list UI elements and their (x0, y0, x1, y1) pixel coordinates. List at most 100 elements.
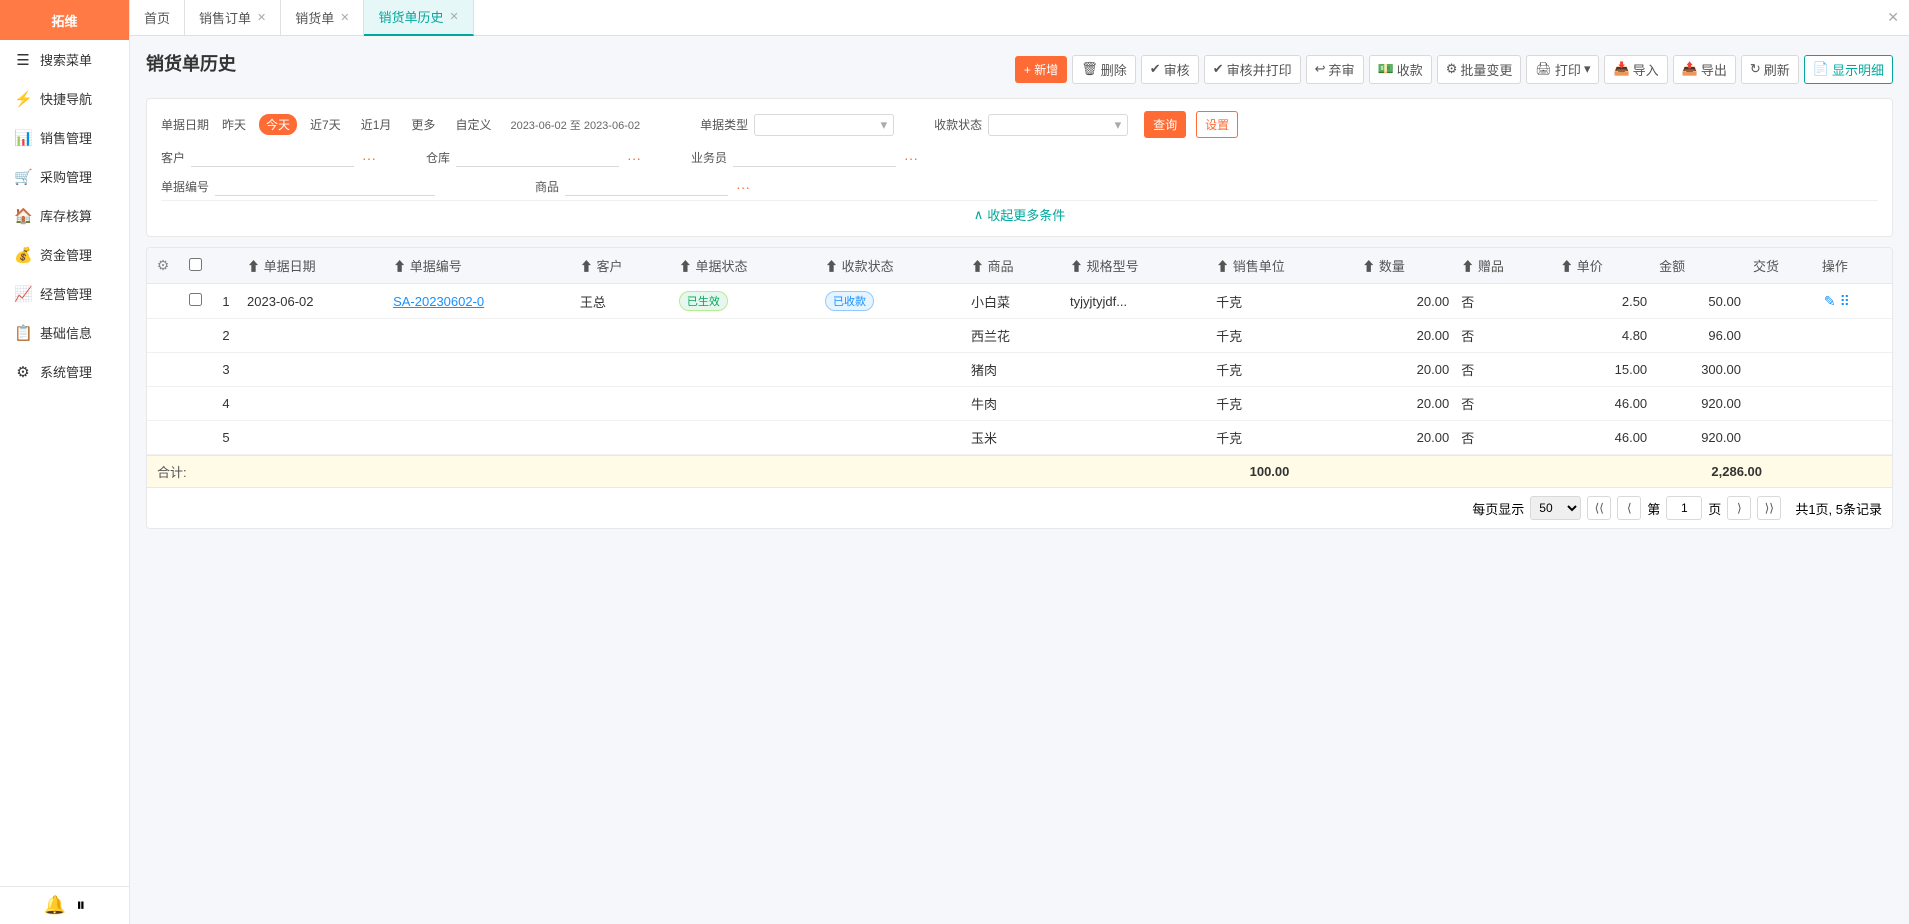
col-doc-status-label: ⬆ 单据状态 (679, 259, 748, 274)
filter-salesperson-input[interactable] (733, 148, 896, 167)
col-trade: 交货 (1747, 248, 1816, 284)
collect-status-caret-icon: ▾ (1115, 117, 1122, 133)
col-collect-status-label: ⬆ 收款状态 (825, 259, 894, 274)
col-collect-status: ⬆ 收款状态 (819, 248, 965, 284)
col-customer: ⬆ 客户 (574, 248, 673, 284)
last-page-btn[interactable]: ⟩⟩ (1757, 496, 1781, 520)
cell-collect-status-3 (819, 387, 965, 421)
tab-sales-delivery-close[interactable]: ✕ (340, 11, 349, 24)
prev-page-btn[interactable]: ⟨ (1617, 496, 1641, 520)
date-btn-1month[interactable]: 近1月 (354, 114, 399, 135)
warehouse-ellipsis-btn[interactable]: ··· (627, 150, 641, 166)
table-row: 3 猪肉 千克 20.00 否 15.00 300.00 (147, 353, 1892, 387)
salesperson-ellipsis-btn[interactable]: ··· (904, 150, 918, 166)
first-page-btn[interactable]: ⟨⟨ (1587, 496, 1611, 520)
tab-sales-order-close[interactable]: ✕ (257, 11, 266, 24)
search-menu-icon: ☰ (14, 51, 32, 69)
date-btn-more[interactable]: 更多 (404, 114, 442, 135)
date-btn-today[interactable]: 今天 (259, 114, 297, 135)
col-gift: ⬆ 赠品 (1455, 248, 1554, 284)
sidebar-item-quick-nav[interactable]: ⚡ 快捷导航 (0, 79, 129, 118)
total-label: 合计: (157, 462, 237, 481)
collect-button[interactable]: 💵 收款 (1369, 55, 1432, 84)
cell-customer-3 (574, 387, 673, 421)
more-icon-0[interactable]: ⠿ (1840, 293, 1850, 309)
cell-doc-status-0: 已生效 (673, 284, 819, 319)
col-doc-number-label: ⬆ 单据编号 (393, 259, 462, 274)
tab-sales-history[interactable]: 销货单历史 ✕ (364, 0, 473, 36)
delete-icon: 🗑 (1081, 61, 1098, 77)
filter-product-input[interactable] (565, 177, 728, 196)
page-title: 销货单历史 (146, 50, 236, 76)
per-page-select[interactable]: 50 100 200 (1530, 496, 1581, 520)
tab-sales-history-close[interactable]: ✕ (450, 10, 459, 23)
approve-print-button[interactable]: ✔ 审核并打印 (1204, 55, 1301, 84)
filter-date-range: 2023-06-02 至 2023-06-02 (510, 117, 640, 133)
discard-button[interactable]: ↩ 弃审 (1306, 55, 1364, 84)
refresh-icon: ↻ (1750, 61, 1761, 77)
sidebar: 拓维 ☰ 搜索菜单 ⚡ 快捷导航 📊 销售管理 🛒 采购管理 🏠 库存核算 💰 … (0, 0, 130, 924)
cell-gift-3: 否 (1455, 387, 1554, 421)
collapse-filter-btn[interactable]: ∧ 收起更多条件 (161, 200, 1878, 228)
sidebar-item-sys-mgmt[interactable]: ⚙ 系统管理 (0, 352, 129, 391)
sidebar-item-ops-mgmt[interactable]: 📈 经营管理 (0, 274, 129, 313)
select-all-checkbox[interactable] (189, 258, 202, 271)
pause-icon[interactable]: ⏸ (76, 895, 85, 916)
tab-home[interactable]: 首页 (130, 0, 185, 36)
cell-gift-0: 否 (1455, 284, 1554, 319)
date-btn-7days[interactable]: 近7天 (303, 114, 348, 135)
date-btn-yesterday[interactable]: 昨天 (215, 114, 253, 135)
filter-customer-input[interactable] (191, 148, 354, 167)
query-button[interactable]: 查询 (1144, 111, 1186, 138)
sidebar-item-finance-mgmt[interactable]: 💰 资金管理 (0, 235, 129, 274)
cell-gift-1: 否 (1455, 319, 1554, 353)
row-checkbox-0[interactable] (189, 293, 202, 306)
customer-ellipsis-btn[interactable]: ··· (362, 150, 376, 166)
print-button[interactable]: 🖨 打印 ▾ (1526, 55, 1599, 84)
sidebar-item-purchase-mgmt[interactable]: 🛒 采购管理 (0, 157, 129, 196)
cell-amount-0: 50.00 (1653, 284, 1747, 319)
page-number-input[interactable] (1666, 496, 1702, 520)
sidebar-item-sales-mgmt[interactable]: 📊 销售管理 (0, 118, 129, 157)
sidebar-item-label: 经营管理 (40, 284, 92, 303)
cell-trade-4 (1747, 421, 1816, 455)
import-button[interactable]: 📥 导入 (1604, 55, 1667, 84)
settings-button[interactable]: 设置 (1196, 111, 1238, 138)
doc-number-link-0[interactable]: SA-20230602-0 (393, 294, 484, 309)
col-product-label: ⬆ 商品 (971, 259, 1014, 274)
col-settings: ⚙ (147, 248, 179, 284)
date-btn-custom[interactable]: 自定义 (448, 114, 498, 135)
sidebar-item-stock-calc[interactable]: 🏠 库存核算 (0, 196, 129, 235)
table-row: 1 2023-06-02 SA-20230602-0 王总 已生效 已收款 小白… (147, 284, 1892, 319)
sidebar-item-label: 销售管理 (40, 128, 92, 147)
sidebar-item-search-menu[interactable]: ☰ 搜索菜单 (0, 40, 129, 79)
export-button[interactable]: 📤 导出 (1673, 55, 1736, 84)
next-page-btn[interactable]: ⟩ (1727, 496, 1751, 520)
delete-button[interactable]: 🗑 删除 (1072, 55, 1136, 84)
refresh-button[interactable]: ↻ 刷新 (1741, 55, 1799, 84)
tab-sales-order[interactable]: 销售订单 ✕ (185, 0, 281, 36)
filter-warehouse-input[interactable] (456, 148, 619, 167)
batch-change-button[interactable]: ⚙ 批量变更 (1437, 55, 1522, 84)
cell-quantity-2: 20.00 (1356, 353, 1455, 387)
tab-sales-order-label: 销售订单 (199, 8, 251, 27)
sidebar-item-basic-info[interactable]: 📋 基础信息 (0, 313, 129, 352)
sidebar-item-label: 采购管理 (40, 167, 92, 186)
sys-mgmt-icon: ⚙ (14, 363, 32, 381)
show-detail-button[interactable]: 📄 显示明细 (1804, 55, 1893, 84)
add-button[interactable]: + 新增 (1015, 56, 1067, 83)
filter-doc-number-input[interactable] (215, 177, 435, 196)
approve-button[interactable]: ✔ 审核 (1141, 55, 1199, 84)
filter-warehouse: 仓库 ··· (426, 148, 641, 167)
edit-icon-0[interactable]: ✎ (1824, 293, 1836, 309)
table-settings-icon[interactable]: ⚙ (157, 257, 170, 273)
tab-sales-delivery[interactable]: 销货单 ✕ (281, 0, 364, 36)
cell-doc-status-2 (673, 353, 819, 387)
cell-sales-unit-3: 千克 (1210, 387, 1356, 421)
filter-collect-status-select[interactable]: ▾ (988, 114, 1128, 136)
notification-icon[interactable]: 🔔 (44, 895, 66, 916)
tabs-close-all-icon[interactable]: ✕ (1887, 9, 1899, 26)
filter-doc-type-select[interactable]: ▾ (754, 114, 894, 136)
product-ellipsis-btn[interactable]: ··· (736, 179, 750, 195)
cell-unit-price-2: 15.00 (1554, 353, 1653, 387)
